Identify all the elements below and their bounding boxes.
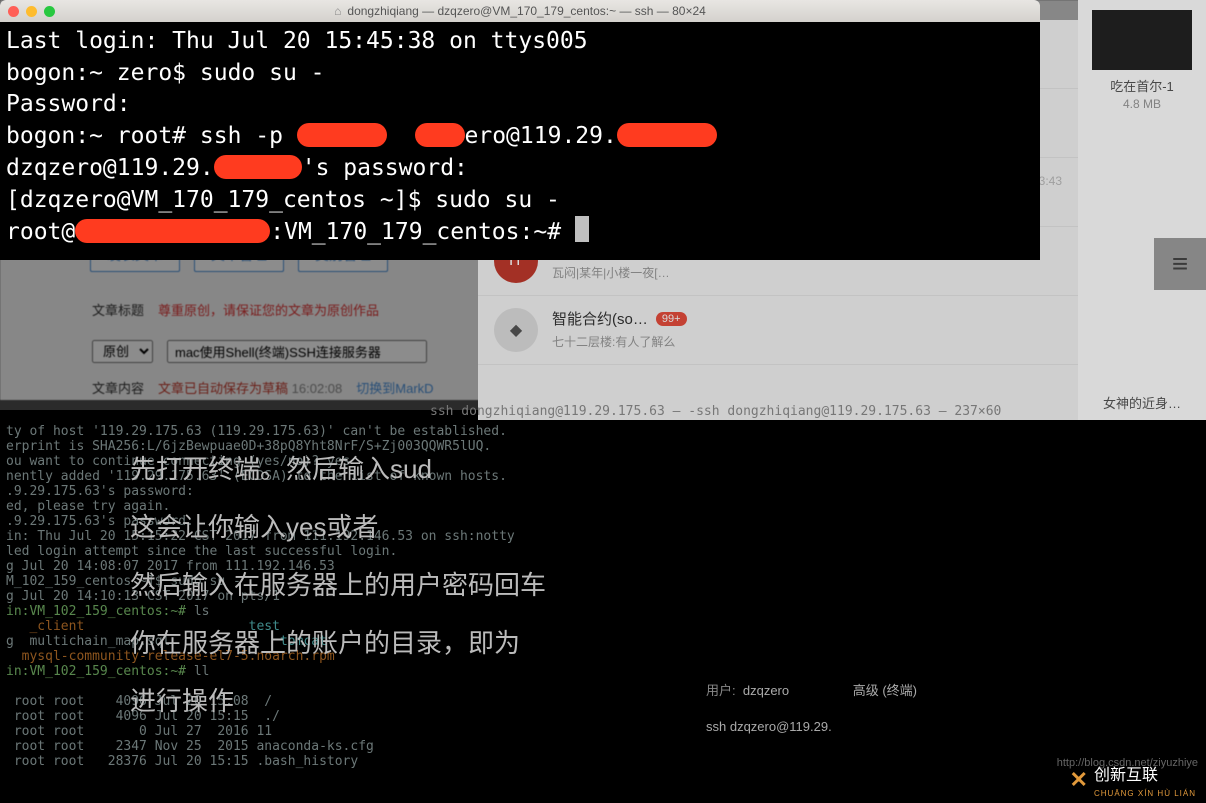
media-size: 4.8 MB xyxy=(1078,97,1206,111)
media-caption: 吃在首尔-1 xyxy=(1078,76,1206,95)
terminal-prompt: bogon:~ zero$ xyxy=(6,60,200,86)
terminal-line: Last login: Thu Jul 20 15:45:38 on ttys0… xyxy=(6,28,588,54)
chat-title: 智能合约(so… xyxy=(552,308,648,329)
chat-preview: 七十二层楼:有人了解么 xyxy=(552,333,1062,350)
terminal-prompt: :VM_170_179_centos:~# xyxy=(270,219,561,245)
redaction xyxy=(75,219,270,243)
title-hint: 尊重原创，请保证您的文章为原创作品 xyxy=(158,300,379,319)
zoom-icon[interactable] xyxy=(44,6,55,17)
content-label: 文章内容 xyxy=(92,378,144,397)
ssh-config-panel: 用户: dzqzero 高级 (终端) ssh dzqzero@119.29. xyxy=(686,560,1206,780)
cursor xyxy=(575,216,589,242)
traffic-lights xyxy=(8,6,55,17)
terminal-cmd: sudo su - xyxy=(200,60,325,86)
mode-text: 高级 (终端) xyxy=(853,683,917,698)
terminal-line: Password: xyxy=(6,91,131,117)
titlebar[interactable]: ⌂ dongzhiqiang — dzqzero@VM_170_179_cent… xyxy=(0,0,1040,22)
terminal-window: ⌂ dongzhiqiang — dzqzero@VM_170_179_cent… xyxy=(0,0,1040,260)
close-icon[interactable] xyxy=(8,6,19,17)
autosave-text: 文章已自动保存为草稿 16:02:08 xyxy=(158,378,342,397)
tutorial-overlay: 先打开终端。然后输入sud 这会让你输入yes或者 然后输入在服务器上的用户密码… xyxy=(130,440,546,730)
title-label: 文章标题 xyxy=(92,300,144,319)
terminal-line: 's password: xyxy=(302,155,468,181)
watermark-url: http://blog.csdn.net/ziyuzhiye xyxy=(1057,757,1198,769)
redaction xyxy=(214,155,302,179)
redaction xyxy=(297,123,387,147)
home-icon: ⌂ xyxy=(334,4,341,18)
markdown-toggle[interactable]: 切换到MarkD xyxy=(356,378,433,397)
terminal-cmd: sudo su - xyxy=(435,187,560,213)
terminal-cmd: ero@119.29. xyxy=(465,123,617,149)
terminal-line: dzqzero@119.29. xyxy=(6,155,214,181)
chat-item[interactable]: ◆ 智能合约(so… 99+ 七十二层楼:有人了解么 xyxy=(478,296,1078,365)
redaction xyxy=(415,123,465,147)
terminal-body[interactable]: Last login: Thu Jul 20 15:45:38 on ttys0… xyxy=(0,22,1040,260)
user-value: dzqzero xyxy=(743,683,789,698)
watermark-logo-icon: ✕ xyxy=(1070,767,1088,793)
terminal-prompt: bogon:~ root# xyxy=(6,123,200,149)
right-sidebar: 吴聪聪 忽么 吃在首尔-1 4.8 MB ≡ 女神的近身… xyxy=(1078,0,1206,420)
media-thumb[interactable] xyxy=(1092,10,1192,70)
chat-avatar: ◆ xyxy=(494,308,538,352)
hamburger-icon[interactable]: ≡ xyxy=(1154,238,1206,290)
original-select[interactable]: 原创 xyxy=(92,340,153,363)
bg-terminal-title: ssh dongzhiqiang@119.29.175.63 — -ssh do… xyxy=(430,404,1001,419)
terminal-prompt: [dzqzero@VM_170_179_centos ~]$ xyxy=(6,187,435,213)
minimize-icon[interactable] xyxy=(26,6,37,17)
redaction xyxy=(617,123,717,147)
media-caption-2: 女神的近身… xyxy=(1078,393,1206,412)
terminal-cmd: ssh -p xyxy=(200,123,297,149)
terminal-prompt: root@ xyxy=(6,219,75,245)
ssh-line: ssh dzqzero@119.29. xyxy=(706,719,1186,734)
title-input[interactable] xyxy=(167,340,427,363)
chat-preview: 瓦闷|某年|小楼一夜[… xyxy=(552,264,1062,281)
window-title: ⌂ dongzhiqiang — dzqzero@VM_170_179_cent… xyxy=(334,4,706,18)
unread-badge: 99+ xyxy=(656,312,687,326)
user-label: 用户: xyxy=(706,683,736,698)
